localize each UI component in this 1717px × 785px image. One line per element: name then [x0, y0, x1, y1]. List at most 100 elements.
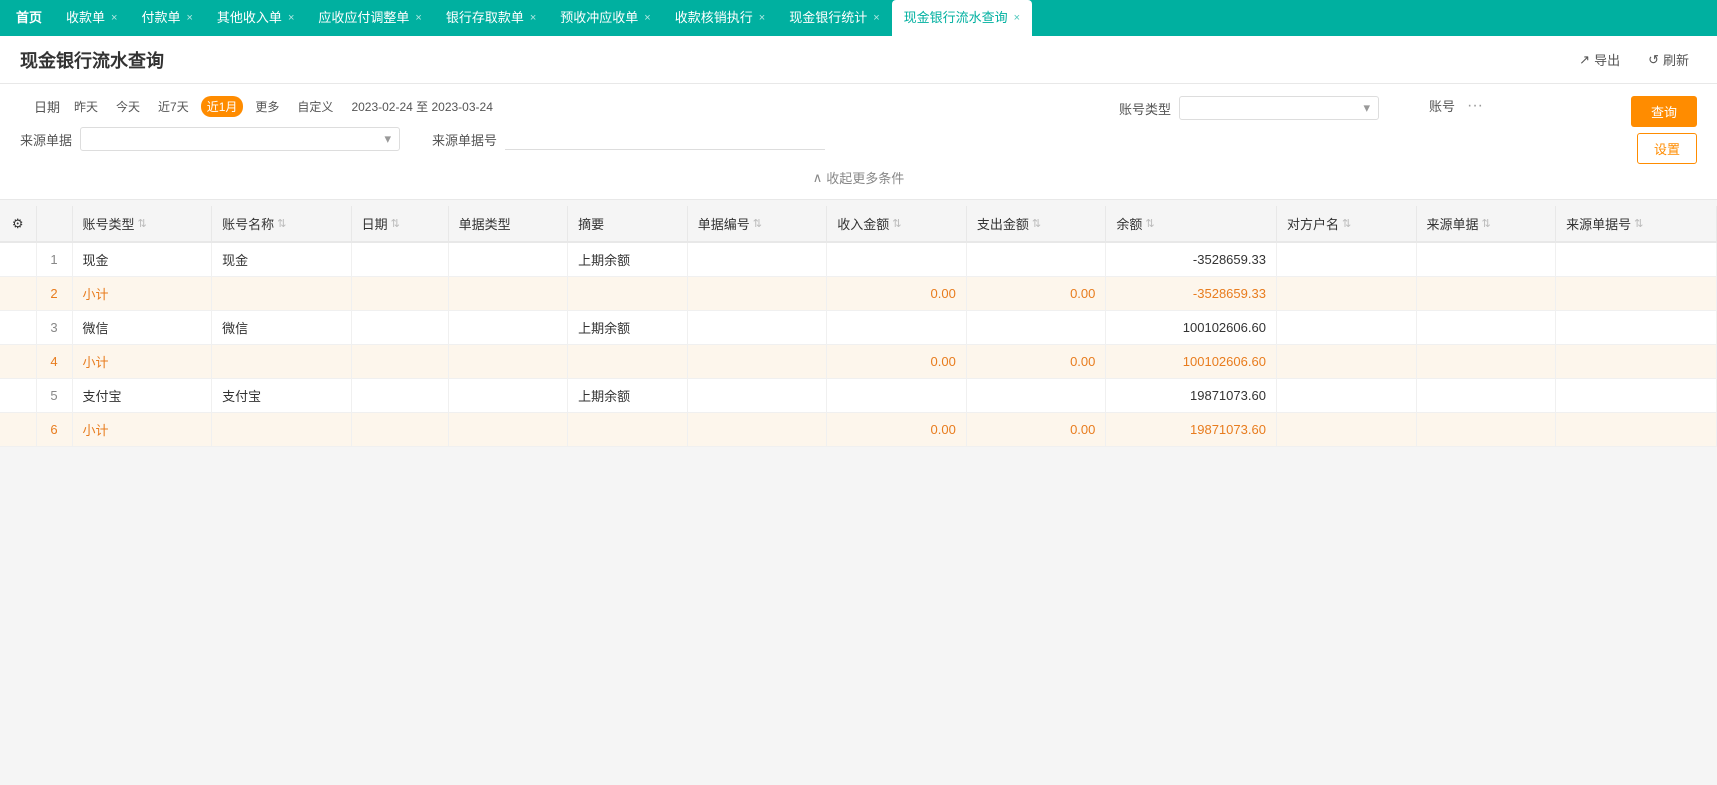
close-icon[interactable]: × — [759, 0, 765, 36]
nav-shoukuan-hexiao[interactable]: 收款核销执行 × — [663, 0, 777, 36]
date-opt-today[interactable]: 今天 — [110, 96, 146, 117]
chevron-down-icon: ▾ — [1363, 100, 1370, 116]
collapse-button[interactable]: ∧ 收起更多条件 — [20, 168, 1697, 187]
header-actions: ↗ 导出 ↺ 刷新 — [1571, 46, 1697, 73]
nav-yushou-chong[interactable]: 预收冲应收单 × — [548, 0, 662, 36]
row-date — [351, 311, 448, 345]
sort-icon: ⇅ — [892, 217, 901, 230]
date-opt-1month[interactable]: 近1月 — [201, 96, 244, 117]
col-balance[interactable]: 余额⇅ — [1106, 206, 1277, 242]
nav-yinhang-cunkuan[interactable]: 银行存取款单 × — [434, 0, 548, 36]
row-account-type: 微信 — [72, 311, 212, 345]
row-counterparty — [1276, 277, 1416, 311]
date-label: 日期 — [20, 97, 60, 116]
row-voucher-no — [687, 311, 827, 345]
col-voucher-type[interactable]: 单据类型 — [448, 206, 568, 242]
nav-xianjin-liushui[interactable]: 现金银行流水查询 × — [892, 0, 1032, 36]
close-icon[interactable]: × — [530, 0, 536, 36]
date-opt-yesterday[interactable]: 昨天 — [68, 96, 104, 117]
close-icon[interactable]: × — [186, 0, 192, 36]
col-income[interactable]: 收入金额⇅ — [827, 206, 967, 242]
source-voucher-no-label: 来源单据号 — [432, 130, 497, 149]
nav-qitashouru[interactable]: 其他收入单 × — [205, 0, 306, 36]
filter-row-account-type: 账号类型 ▾ — [1119, 96, 1399, 120]
row-expense: 0.00 — [966, 277, 1106, 311]
table-row[interactable]: 6 小计 0.00 0.00 19871073.60 — [0, 413, 1717, 447]
close-icon[interactable]: × — [1014, 0, 1020, 36]
col-counterparty[interactable]: 对方户名⇅ — [1276, 206, 1416, 242]
row-voucher-type — [448, 311, 568, 345]
close-icon[interactable]: × — [644, 0, 650, 36]
date-opt-7days[interactable]: 近7天 — [152, 96, 195, 117]
table-row[interactable]: 5 支付宝 支付宝 上期余额 19871073.60 — [0, 379, 1717, 413]
col-account-type[interactable]: 账号类型⇅ — [72, 206, 212, 242]
date-opt-more[interactable]: 更多 — [249, 96, 285, 117]
table-container: ⚙ 账号类型⇅ 账号名称⇅ 日期⇅ 单据类型 摘要 单据编号⇅ 收入金额⇅ 支出… — [0, 206, 1717, 447]
row-counterparty — [1276, 242, 1416, 277]
row-summary: 上期余额 — [568, 379, 688, 413]
col-settings[interactable]: ⚙ — [0, 206, 36, 242]
row-balance: -3528659.33 — [1106, 277, 1277, 311]
row-account-type: 小计 — [72, 413, 212, 447]
date-opt-custom[interactable]: 自定义 — [291, 96, 339, 117]
table-row[interactable]: 1 现金 现金 上期余额 -3528659.33 — [0, 242, 1717, 277]
col-expense[interactable]: 支出金额⇅ — [966, 206, 1106, 242]
nav-home[interactable]: 首页 — [4, 0, 54, 36]
row-date — [351, 413, 448, 447]
col-source-voucher[interactable]: 来源单据⇅ — [1416, 206, 1556, 242]
row-date — [351, 277, 448, 311]
close-icon[interactable]: × — [111, 0, 117, 36]
row-balance: 100102606.60 — [1106, 311, 1277, 345]
row-voucher-no — [687, 345, 827, 379]
row-expense: 0.00 — [966, 413, 1106, 447]
row-date — [351, 242, 448, 277]
table-body: 1 现金 现金 上期余额 -3528659.33 2 小计 0.00 0.00 … — [0, 242, 1717, 447]
account-dots[interactable]: ··· — [1463, 97, 1487, 115]
row-account-type: 支付宝 — [72, 379, 212, 413]
close-icon[interactable]: × — [415, 0, 421, 36]
query-button[interactable]: 查询 — [1631, 96, 1697, 127]
close-icon[interactable]: × — [873, 0, 879, 36]
table-row[interactable]: 2 小计 0.00 0.00 -3528659.33 — [0, 277, 1717, 311]
row-counterparty — [1276, 345, 1416, 379]
row-number: 4 — [36, 345, 72, 379]
col-account-name[interactable]: 账号名称⇅ — [212, 206, 352, 242]
table-row[interactable]: 3 微信 微信 上期余额 100102606.60 — [0, 311, 1717, 345]
collapse-arrow-icon: ∧ — [813, 170, 823, 186]
close-icon[interactable]: × — [288, 0, 294, 36]
chevron-down-icon: ▾ — [384, 131, 391, 147]
source-voucher-label: 来源单据 — [20, 130, 72, 149]
row-expense — [966, 242, 1106, 277]
col-summary[interactable]: 摘要 — [568, 206, 688, 242]
row-expense — [966, 379, 1106, 413]
row-source-voucher — [1416, 413, 1556, 447]
row-voucher-type — [448, 379, 568, 413]
refresh-button[interactable]: ↺ 刷新 — [1640, 46, 1697, 73]
nav-xianjin-tongji[interactable]: 现金银行统计 × — [777, 0, 891, 36]
nav-shoukuandan[interactable]: 收款单 × — [54, 0, 129, 36]
nav-fukuandan[interactable]: 付款单 × — [129, 0, 204, 36]
row-account-type: 小计 — [72, 277, 212, 311]
row-voucher-type — [448, 277, 568, 311]
row-voucher-no — [687, 379, 827, 413]
row-expense: 0.00 — [966, 345, 1106, 379]
col-voucher-no[interactable]: 单据编号⇅ — [687, 206, 827, 242]
row-balance: 19871073.60 — [1106, 413, 1277, 447]
row-source-voucher-no — [1556, 242, 1717, 277]
source-voucher-no-input[interactable] — [505, 128, 825, 150]
page-header: 现金银行流水查询 ↗ 导出 ↺ 刷新 — [0, 36, 1717, 84]
table-row[interactable]: 4 小计 0.00 0.00 100102606.60 — [0, 345, 1717, 379]
row-voucher-type — [448, 345, 568, 379]
row-income — [827, 311, 967, 345]
export-button[interactable]: ↗ 导出 — [1571, 46, 1628, 73]
settings-button[interactable]: 设置 — [1637, 133, 1697, 164]
source-voucher-select[interactable]: ▾ — [80, 127, 400, 151]
col-source-voucher-no[interactable]: 来源单据号⇅ — [1556, 206, 1717, 242]
nav-yingshou-tiaoz[interactable]: 应收应付调整单 × — [306, 0, 433, 36]
row-settings-cell — [0, 413, 36, 447]
col-date[interactable]: 日期⇅ — [351, 206, 448, 242]
row-summary: 上期余额 — [568, 311, 688, 345]
row-balance: -3528659.33 — [1106, 242, 1277, 277]
row-settings-cell — [0, 242, 36, 277]
account-type-select[interactable]: ▾ — [1179, 96, 1379, 120]
